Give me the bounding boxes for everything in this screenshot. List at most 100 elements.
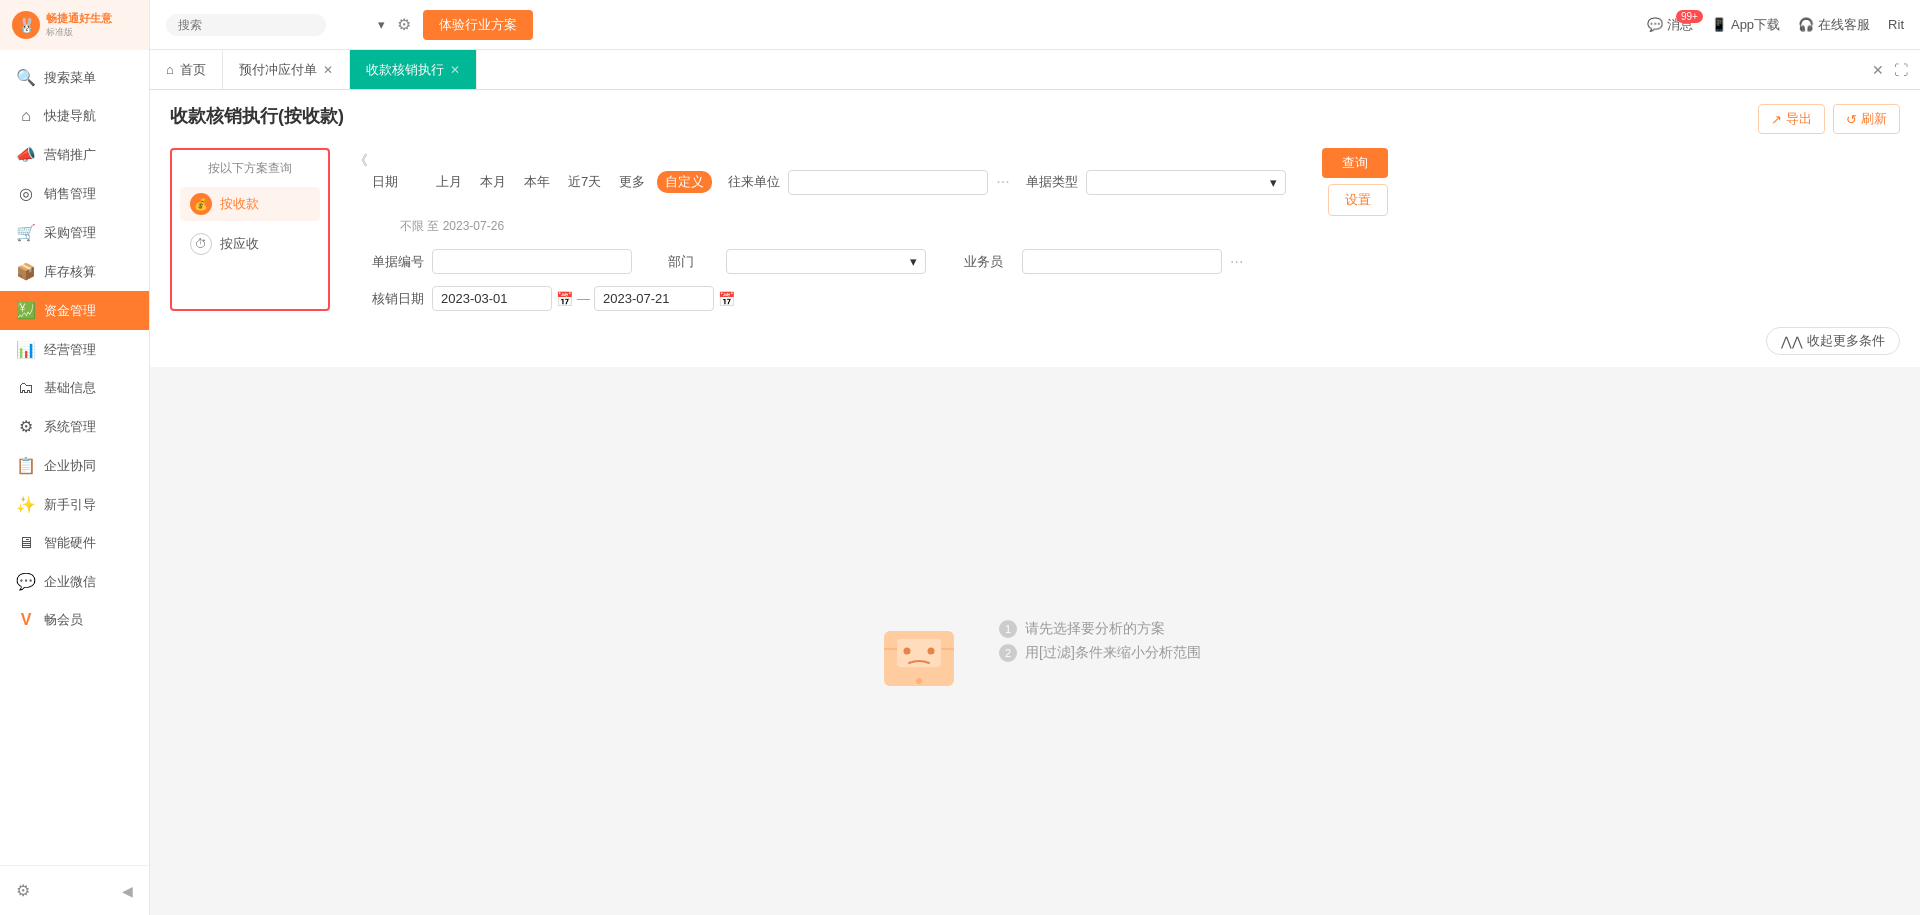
sidebar-item-label: 畅会员 bbox=[44, 611, 83, 629]
empty-texts: 1 请先选择要分析的方案 2 用[过滤]条件来缩小分析范围 bbox=[999, 620, 1201, 662]
sidebar-item-operations[interactable]: 📊 经营管理 bbox=[0, 330, 149, 369]
sidebar-item-label: 新手引导 bbox=[44, 496, 96, 514]
export-button[interactable]: ↗ 导出 bbox=[1758, 104, 1825, 134]
counterparty-field: 往来单位 ··· bbox=[728, 170, 1009, 195]
system-icon: ⚙ bbox=[16, 417, 36, 436]
doc-type-select[interactable]: ▾ bbox=[1086, 170, 1286, 195]
date-custom[interactable]: 自定义 bbox=[657, 171, 712, 193]
staff-picker-icon[interactable]: ··· bbox=[1230, 253, 1243, 271]
svg-point-4 bbox=[928, 648, 935, 655]
verify-date-end-cal-icon[interactable]: 📅 bbox=[718, 291, 735, 307]
sidebar-item-label: 企业微信 bbox=[44, 573, 96, 591]
filter-left-panel: 按以下方案查询 💰 按收款 ⏱ 按应收 bbox=[170, 148, 330, 311]
sidebar-item-label: 经营管理 bbox=[44, 341, 96, 359]
empty-svg bbox=[869, 591, 969, 691]
date-more[interactable]: 更多 bbox=[613, 171, 651, 193]
sidebar-item-marketing[interactable]: 📣 营销推广 bbox=[0, 135, 149, 174]
tab-collect[interactable]: 收款核销执行 ✕ bbox=[350, 50, 477, 89]
filter-by-collection[interactable]: 💰 按收款 bbox=[180, 187, 320, 221]
topbar-dropdown-btn[interactable]: ▾ bbox=[378, 17, 385, 32]
sidebar-item-label: 库存核算 bbox=[44, 263, 96, 281]
page-header-actions: ↗ 导出 ↺ 刷新 bbox=[1758, 104, 1900, 148]
maximize-window-icon[interactable]: ⛶ bbox=[1894, 62, 1908, 78]
svg-rect-2 bbox=[897, 639, 941, 667]
collapse-more-button[interactable]: ⋀⋀ 收起更多条件 bbox=[1766, 327, 1900, 355]
member-icon: V bbox=[16, 611, 36, 629]
tab-collect-close[interactable]: ✕ bbox=[450, 63, 460, 77]
sidebar-collapse-icon[interactable]: ◀ bbox=[122, 883, 133, 899]
sidebar-item-finance[interactable]: 💹 资金管理 bbox=[0, 291, 149, 330]
step-2-circle: 2 bbox=[999, 644, 1017, 662]
export-label: 导出 bbox=[1786, 110, 1812, 128]
filter-panel-collapse-btn[interactable]: 《 bbox=[350, 148, 372, 174]
dept-field: 部门 ▾ bbox=[668, 249, 948, 274]
sidebar-item-search-menu[interactable]: 🔍 搜索菜单 bbox=[0, 58, 149, 97]
service-icon: 🎧 bbox=[1798, 17, 1814, 32]
refresh-icon: ↺ bbox=[1846, 112, 1857, 127]
tab-home[interactable]: ⌂ 首页 bbox=[150, 50, 223, 89]
message-btn[interactable]: 💬 消息 99+ bbox=[1647, 16, 1693, 34]
date-last-month[interactable]: 上月 bbox=[430, 171, 468, 193]
user-menu[interactable]: Rit bbox=[1888, 17, 1904, 32]
tabbar: ⌂ 首页 预付冲应付单 ✕ 收款核销执行 ✕ ✕ ⛶ bbox=[150, 50, 1920, 90]
date-this-month[interactable]: 本月 bbox=[474, 171, 512, 193]
basic-info-icon: 🗂 bbox=[16, 379, 36, 397]
app-download-btn[interactable]: 📱 App下载 bbox=[1711, 16, 1780, 34]
sidebar-item-system[interactable]: ⚙ 系统管理 bbox=[0, 407, 149, 446]
search-input[interactable] bbox=[166, 14, 326, 36]
verify-date-start-cal-icon[interactable]: 📅 bbox=[556, 291, 573, 307]
date-label: 日期 bbox=[372, 173, 422, 191]
industry-btn[interactable]: 体验行业方案 bbox=[423, 10, 533, 40]
content-area: 收款核销执行(按收款) ↗ 导出 ↺ 刷新 按以下方案查询 💰 按收款 bbox=[150, 90, 1920, 915]
sidebar-item-label: 系统管理 bbox=[44, 418, 96, 436]
staff-input[interactable] bbox=[1022, 249, 1222, 274]
filter-row-2: 单据编号 部门 ▾ 业务员 ··· bbox=[372, 249, 1900, 274]
service-btn[interactable]: 🎧 在线客服 bbox=[1798, 16, 1870, 34]
receivable-icon: ⏱ bbox=[190, 233, 212, 255]
refresh-label: 刷新 bbox=[1861, 110, 1887, 128]
sidebar-item-guide[interactable]: ✨ 新手引导 bbox=[0, 485, 149, 524]
date-shortcut-group: 上月 本月 本年 近7天 更多 自定义 bbox=[430, 171, 712, 193]
sidebar-item-enterprise[interactable]: 📋 企业协同 bbox=[0, 446, 149, 485]
topbar-search-area bbox=[166, 14, 366, 36]
verify-date-field: 核销日期 📅 — 📅 bbox=[372, 286, 735, 311]
sidebar-item-label: 搜索菜单 bbox=[44, 69, 96, 87]
app-label: App下载 bbox=[1731, 16, 1780, 34]
home-icon: ⌂ bbox=[166, 62, 174, 77]
dept-select[interactable]: ▾ bbox=[726, 249, 926, 274]
counterparty-input[interactable] bbox=[788, 170, 988, 195]
sidebar-item-quick-nav[interactable]: ⌂ 快捷导航 bbox=[0, 97, 149, 135]
date-this-year[interactable]: 本年 bbox=[518, 171, 556, 193]
sidebar-item-basic-info[interactable]: 🗂 基础信息 bbox=[0, 369, 149, 407]
refresh-button[interactable]: ↺ 刷新 bbox=[1833, 104, 1900, 134]
gear-icon[interactable]: ⚙ bbox=[397, 15, 411, 34]
verify-date-start-input[interactable] bbox=[432, 286, 552, 311]
collapse-more-row: ⋀⋀ 收起更多条件 bbox=[150, 327, 1920, 367]
sidebar-item-label: 企业协同 bbox=[44, 457, 96, 475]
tab-prepay-close[interactable]: ✕ bbox=[323, 63, 333, 77]
sidebar-item-purchase[interactable]: 🛒 采购管理 bbox=[0, 213, 149, 252]
sidebar-item-wechat[interactable]: 💬 企业微信 bbox=[0, 562, 149, 601]
doc-no-field: 单据编号 bbox=[372, 249, 652, 274]
counterparty-picker-icon[interactable]: ··· bbox=[996, 173, 1009, 191]
query-button[interactable]: 查询 bbox=[1322, 148, 1388, 178]
chevron-up-icon: ⋀⋀ bbox=[1781, 334, 1803, 349]
quick-nav-icon: ⌂ bbox=[16, 107, 36, 125]
sidebar-item-label: 销售管理 bbox=[44, 185, 96, 203]
setting-button[interactable]: 设置 bbox=[1328, 184, 1388, 216]
close-window-icon[interactable]: ✕ bbox=[1872, 62, 1884, 78]
empty-illustration bbox=[869, 591, 969, 691]
filter-by-receivable[interactable]: ⏱ 按应收 bbox=[180, 227, 320, 261]
verify-date-end-input[interactable] bbox=[594, 286, 714, 311]
doc-no-input[interactable] bbox=[432, 249, 632, 274]
sidebar-settings-icon[interactable]: ⚙ bbox=[16, 881, 30, 900]
inventory-icon: 📦 bbox=[16, 262, 36, 281]
tab-prepay[interactable]: 预付冲应付单 ✕ bbox=[223, 50, 350, 89]
sidebar-item-inventory[interactable]: 📦 库存核算 bbox=[0, 252, 149, 291]
empty-step-2: 2 用[过滤]条件来缩小分析范围 bbox=[999, 644, 1201, 662]
sidebar-item-member[interactable]: V 畅会员 bbox=[0, 601, 149, 639]
sidebar-item-hardware[interactable]: 🖥 智能硬件 bbox=[0, 524, 149, 562]
sidebar-item-sales[interactable]: ◎ 销售管理 bbox=[0, 174, 149, 213]
empty-state-content: 1 请先选择要分析的方案 2 用[过滤]条件来缩小分析范围 bbox=[869, 591, 1201, 691]
date-last-7days[interactable]: 近7天 bbox=[562, 171, 607, 193]
